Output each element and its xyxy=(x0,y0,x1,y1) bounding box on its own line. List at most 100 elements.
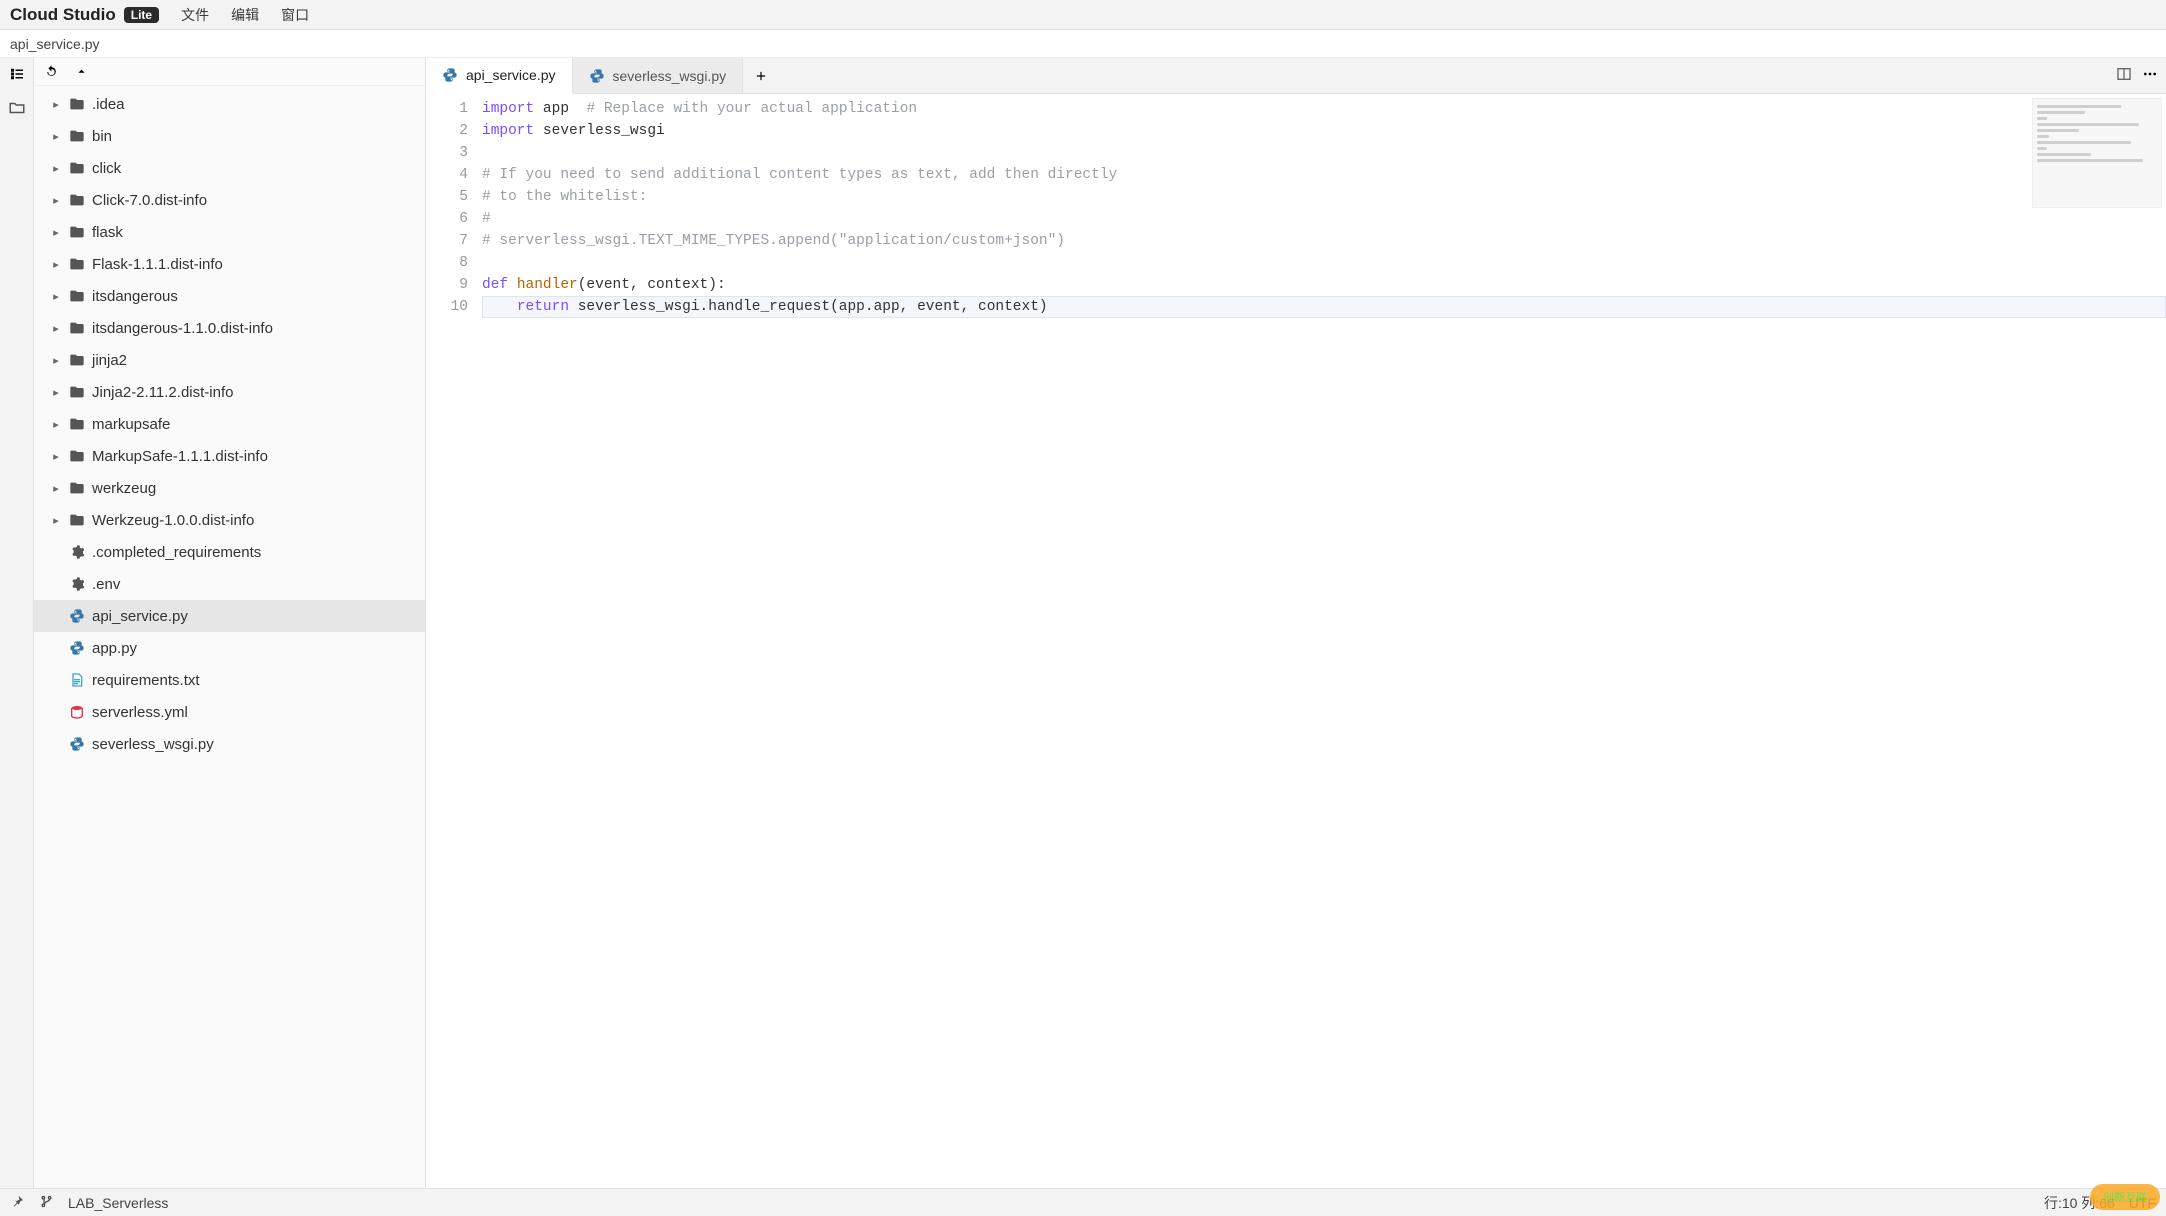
tree-item-label: Werkzeug-1.0.0.dist-info xyxy=(92,512,254,529)
folder-outline-icon[interactable] xyxy=(7,98,27,118)
tab-severless-wsgi-py[interactable]: severless_wsgi.py xyxy=(573,58,744,93)
explorer-icon[interactable] xyxy=(7,64,27,84)
file-row--env[interactable]: .env xyxy=(34,568,425,600)
py-icon xyxy=(68,639,86,657)
chevron-right-icon[interactable]: ▸ xyxy=(50,514,62,527)
workspace: ▸.idea▸bin▸click▸Click-7.0.dist-info▸fla… xyxy=(0,58,2166,1188)
tree-item-label: api_service.py xyxy=(92,608,188,625)
code-editor[interactable]: 12345678910 import app # Replace with yo… xyxy=(426,94,2166,1188)
folder-row-jinja2-2-11-2-dist-info[interactable]: ▸Jinja2-2.11.2.dist-info xyxy=(34,376,425,408)
line-number-gutter: 12345678910 xyxy=(426,94,482,1188)
chevron-right-icon[interactable]: ▸ xyxy=(50,354,62,367)
file-row-serverless-yml[interactable]: serverless.yml xyxy=(34,696,425,728)
folder-row-flask[interactable]: ▸flask xyxy=(34,216,425,248)
folder-icon xyxy=(68,223,86,241)
code-line-9[interactable]: def handler(event, context): xyxy=(482,274,2166,296)
status-encoding[interactable]: UTF xyxy=(2129,1195,2156,1211)
remote-pin-icon[interactable] xyxy=(10,1194,25,1212)
chevron-right-icon[interactable]: ▸ xyxy=(50,226,62,239)
code-line-8[interactable] xyxy=(482,252,2166,274)
chevron-right-icon[interactable]: ▸ xyxy=(50,418,62,431)
chevron-right-icon[interactable]: ▸ xyxy=(50,322,62,335)
folder-row-markupsafe-1-1-1-dist-info[interactable]: ▸MarkupSafe-1.1.1.dist-info xyxy=(34,440,425,472)
breadcrumb-bar: api_service.py xyxy=(0,30,2166,58)
python-file-icon xyxy=(442,67,458,83)
tree-item-label: click xyxy=(92,160,121,177)
folder-icon xyxy=(68,511,86,529)
git-branch-icon[interactable] xyxy=(39,1194,54,1212)
chevron-right-icon[interactable]: ▸ xyxy=(50,162,62,175)
tree-item-label: itsdangerous-1.1.0.dist-info xyxy=(92,320,273,337)
tree-item-label: .env xyxy=(92,576,120,593)
folder-row-werkzeug[interactable]: ▸werkzeug xyxy=(34,472,425,504)
chevron-right-icon[interactable]: ▸ xyxy=(50,290,62,303)
folder-row-click[interactable]: ▸ click xyxy=(34,152,425,184)
status-cursor[interactable]: 行:10 列:66 xyxy=(2044,1193,2115,1213)
tree-item-label: bin xyxy=(92,128,112,145)
tab-api-service-py[interactable]: api_service.py xyxy=(426,58,573,94)
python-file-icon xyxy=(589,68,605,84)
file-row-requirements-txt[interactable]: requirements.txt xyxy=(34,664,425,696)
chevron-right-icon[interactable]: ▸ xyxy=(50,258,62,271)
chevron-right-icon[interactable]: ▸ xyxy=(50,450,62,463)
chevron-right-icon[interactable]: ▸ xyxy=(50,98,62,111)
file-row-severless-wsgi-py[interactable]: severless_wsgi.py xyxy=(34,728,425,760)
code-content[interactable]: import app # Replace with your actual ap… xyxy=(482,94,2166,1188)
split-editor-icon[interactable] xyxy=(2116,66,2132,85)
file-tree[interactable]: ▸.idea▸bin▸click▸Click-7.0.dist-info▸fla… xyxy=(34,86,425,1188)
code-line-4[interactable]: # If you need to send additional content… xyxy=(482,164,2166,186)
code-line-5[interactable]: # to the whitelist: xyxy=(482,186,2166,208)
code-line-7[interactable]: # serverless_wsgi.TEXT_MIME_TYPES.append… xyxy=(482,230,2166,252)
folder-row-click-7-0-dist-info[interactable]: ▸Click-7.0.dist-info xyxy=(34,184,425,216)
folder-icon xyxy=(68,415,86,433)
file-row-api-service-py[interactable]: api_service.py xyxy=(34,600,425,632)
tree-item-label: itsdangerous xyxy=(92,288,178,305)
chevron-right-icon[interactable]: ▸ xyxy=(50,130,62,143)
tab-label: api_service.py xyxy=(466,67,556,83)
tree-item-label: serverless.yml xyxy=(92,704,188,721)
chevron-right-icon[interactable]: ▸ xyxy=(50,386,62,399)
folder-row--idea[interactable]: ▸.idea xyxy=(34,88,425,120)
menu-window[interactable]: 窗口 xyxy=(281,5,309,25)
chevron-right-icon[interactable]: ▸ xyxy=(50,194,62,207)
editor-area: api_service.py severless_wsgi.py 12345678… xyxy=(426,58,2166,1188)
menu-file[interactable]: 文件 xyxy=(181,5,209,25)
folder-row-itsdangerous-1-1-0-dist-info[interactable]: ▸ itsdangerous-1.1.0.dist-info xyxy=(34,312,425,344)
status-workspace[interactable]: LAB_Serverless xyxy=(68,1195,168,1211)
code-line-2[interactable]: import severless_wsgi xyxy=(482,120,2166,142)
brand-name: Cloud Studio xyxy=(10,5,116,25)
file-row-app-py[interactable]: app.py xyxy=(34,632,425,664)
statusbar: LAB_Serverless 行:10 列:66 UTF xyxy=(0,1188,2166,1216)
folder-icon xyxy=(68,351,86,369)
folder-row-markupsafe[interactable]: ▸markupsafe xyxy=(34,408,425,440)
collapse-icon[interactable] xyxy=(72,63,90,81)
txt-icon xyxy=(68,671,86,689)
minimap[interactable] xyxy=(2032,98,2162,208)
folder-row-flask-1-1-1-dist-info[interactable]: ▸ Flask-1.1.1.dist-info xyxy=(34,248,425,280)
folder-icon xyxy=(68,447,86,465)
folder-icon xyxy=(68,287,86,305)
code-line-10[interactable]: return severless_wsgi.handle_request(app… xyxy=(482,296,2166,318)
gear-icon xyxy=(68,575,86,593)
yml-icon xyxy=(68,703,86,721)
code-line-6[interactable]: # xyxy=(482,208,2166,230)
code-line-1[interactable]: import app # Replace with your actual ap… xyxy=(482,98,2166,120)
tree-item-label: .completed_requirements xyxy=(92,544,261,561)
file-row--completed-requirements[interactable]: .completed_requirements xyxy=(34,536,425,568)
code-line-3[interactable] xyxy=(482,142,2166,164)
menu-edit[interactable]: 编辑 xyxy=(231,5,259,25)
folder-row-werkzeug-1-0-0-dist-info[interactable]: ▸ Werkzeug-1.0.0.dist-info xyxy=(34,504,425,536)
breadcrumb[interactable]: api_service.py xyxy=(10,36,100,52)
folder-row-jinja2[interactable]: ▸jinja2 xyxy=(34,344,425,376)
folder-icon xyxy=(68,255,86,273)
more-actions-icon[interactable] xyxy=(2142,66,2158,85)
refresh-icon[interactable] xyxy=(42,63,60,81)
folder-row-itsdangerous[interactable]: ▸ itsdangerous xyxy=(34,280,425,312)
folder-row-bin[interactable]: ▸ bin xyxy=(34,120,425,152)
new-tab-button[interactable] xyxy=(743,58,779,93)
folder-icon xyxy=(68,479,86,497)
sidebar-toolbar xyxy=(34,58,425,86)
tree-item-label: app.py xyxy=(92,640,137,657)
tree-item-label: Flask-1.1.1.dist-info xyxy=(92,256,223,273)
chevron-right-icon[interactable]: ▸ xyxy=(50,482,62,495)
